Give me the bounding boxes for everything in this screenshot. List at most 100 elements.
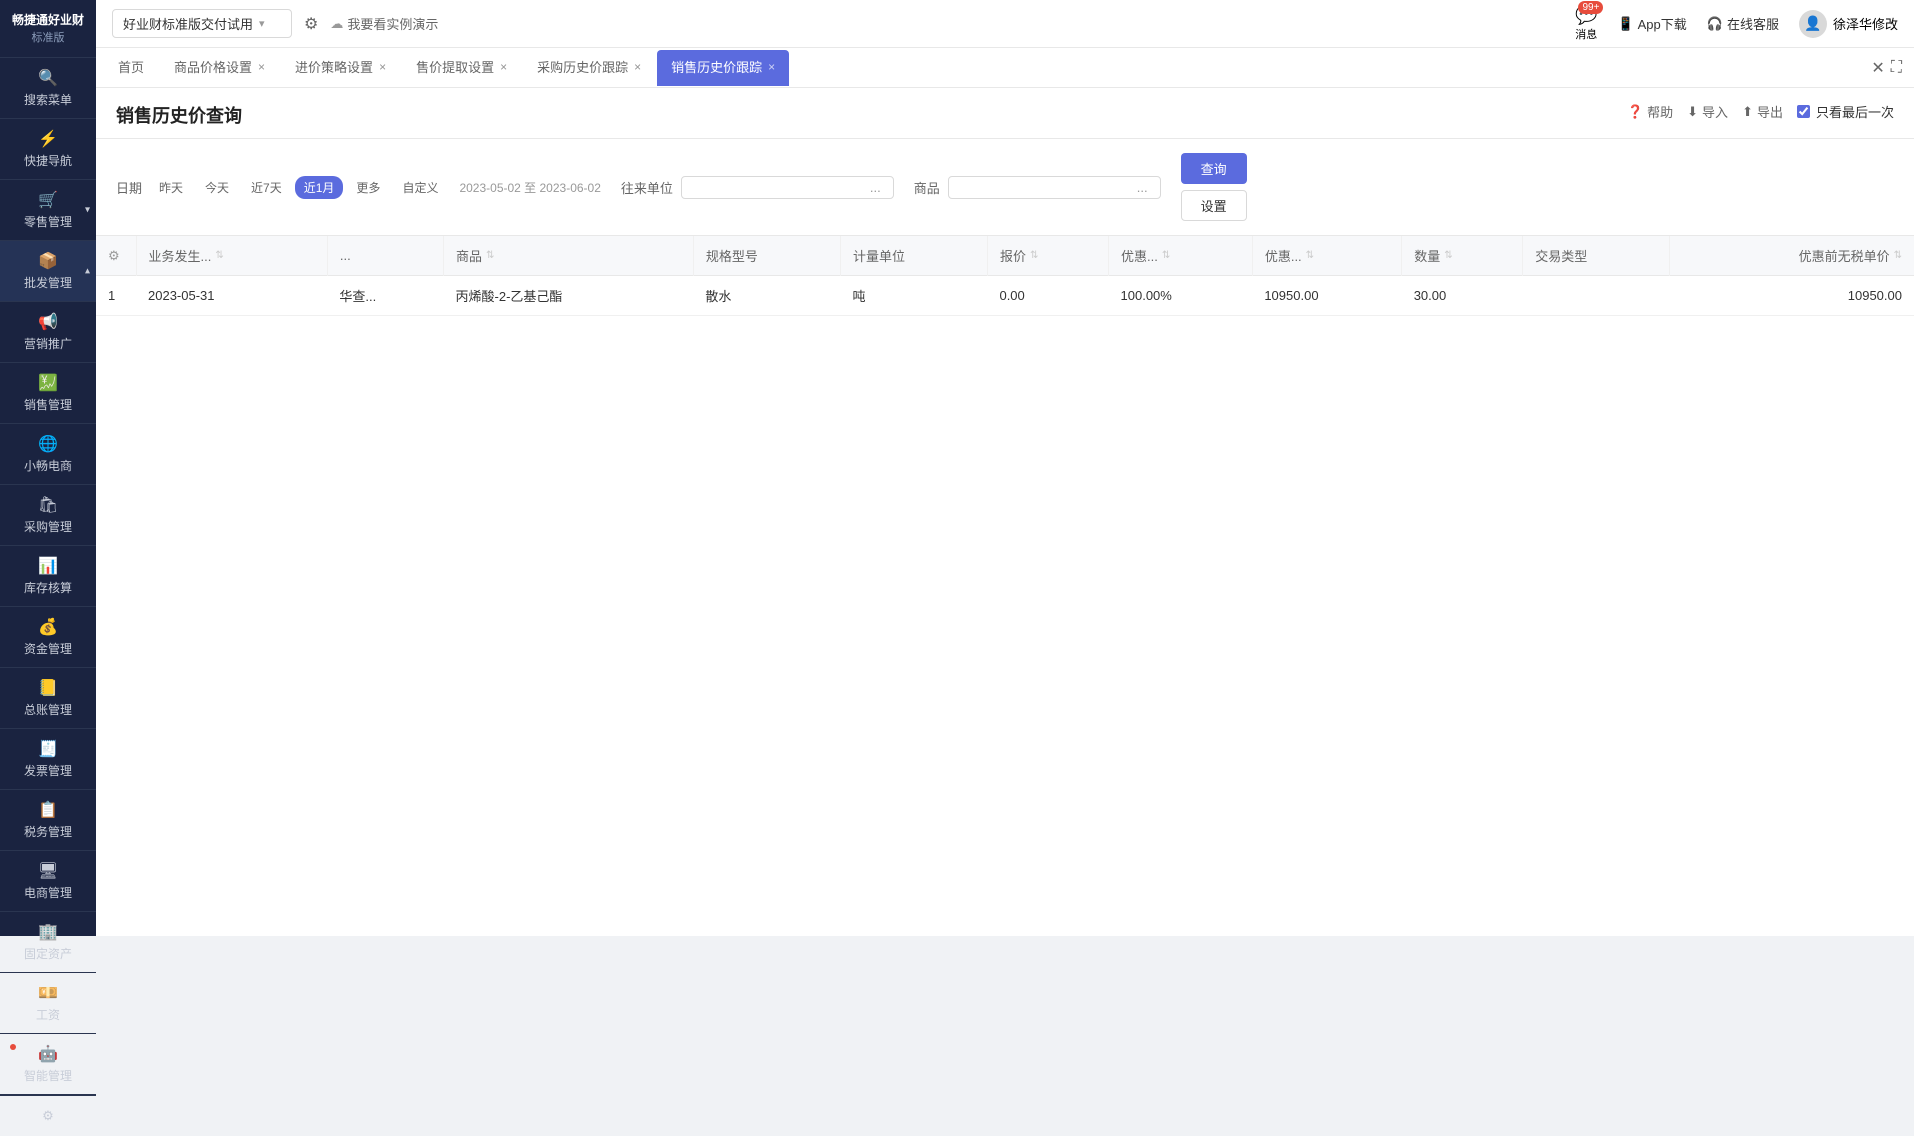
service-button[interactable]: 🎧 在线客服 <box>1707 14 1779 33</box>
sort-qty-icon[interactable]: ⇅ <box>1444 250 1452 261</box>
product-chevron-icon: ▾ <box>259 17 265 30</box>
source-unit-filter-group: 往来单位 ... <box>621 176 894 199</box>
page-header-actions: ❓ 帮助 ⬇ 导入 ⬆ 导出 只看最后一次 <box>1627 102 1894 131</box>
only-last-input[interactable] <box>1797 105 1810 118</box>
date-today[interactable]: 今天 <box>196 176 238 199</box>
tab-price-extract[interactable]: 售价提取设置 × <box>402 50 521 86</box>
sidebar-item-sales[interactable]: 💹 销售管理 <box>0 363 96 424</box>
sort-price-icon[interactable]: ⇅ <box>1030 250 1038 261</box>
sidebar-item-wholesale[interactable]: 📦 批发管理 ▴ <box>0 241 96 302</box>
sidebar-item-search[interactable]: 🔍 搜索菜单 <box>0 58 96 119</box>
product-input[interactable] <box>957 180 1133 195</box>
chevron-down-icon: ▾ <box>85 204 90 215</box>
sidebar-item-ecommerce-small[interactable]: 🌐 小畅电商 <box>0 424 96 485</box>
app-download-label: App下载 <box>1638 14 1687 33</box>
export-link[interactable]: ⬆ 导出 <box>1742 102 1783 121</box>
td-extra: 华查... <box>327 276 443 316</box>
sort-product-icon[interactable]: ⇅ <box>486 250 494 261</box>
tab-product-price[interactable]: 商品价格设置 × <box>160 50 279 86</box>
tab-purchase-history-label: 采购历史价跟踪 <box>537 57 628 76</box>
sidebar-ledger-label: 总账管理 <box>24 701 72 718</box>
sidebar-item-marketing[interactable]: 📢 营销推广 <box>0 302 96 363</box>
tab-cost-strategy-close[interactable]: × <box>379 60 386 74</box>
sidebar-item-ai[interactable]: 🤖 智能管理 <box>0 1034 96 1095</box>
topbar-gear-icon[interactable]: ⚙ <box>304 14 318 34</box>
tab-product-price-close[interactable]: × <box>258 60 265 74</box>
tab-sales-history[interactable]: 销售历史价跟踪 × <box>657 50 789 86</box>
td-qty: 30.00 <box>1402 276 1523 316</box>
td-unit: 吨 <box>840 276 987 316</box>
th-gear: ⚙ <box>96 236 136 276</box>
date-7days[interactable]: 近7天 <box>242 176 291 199</box>
sidebar-item-retail[interactable]: 🛒 零售管理 ▾ <box>0 180 96 241</box>
th-spec-label: 规格型号 <box>706 246 758 265</box>
sort-biz-date-icon[interactable]: ⇅ <box>215 250 223 261</box>
app-edition: 标准版 <box>32 29 65 45</box>
sidebar-item-ledger[interactable]: 📒 总账管理 <box>0 668 96 729</box>
sidebar-item-ecommerce[interactable]: 🖥 电商管理 <box>0 851 96 912</box>
help-label: 帮助 <box>1647 102 1673 121</box>
sort-discount1-icon[interactable]: ⇅ <box>1162 250 1170 261</box>
date-1month[interactable]: 近1月 <box>295 176 344 199</box>
sidebar-settings-button[interactable]: ⚙ <box>0 1095 96 1136</box>
date-yesterday[interactable]: 昨天 <box>150 176 192 199</box>
user-menu[interactable]: 👤 徐泽华修改 <box>1799 10 1898 38</box>
table-wrap: ⚙ 业务发生... ⇅ ... <box>96 236 1914 936</box>
sidebar-item-tax[interactable]: 📋 税务管理 <box>0 790 96 851</box>
import-icon: ⬇ <box>1687 104 1698 120</box>
tab-sales-history-close[interactable]: × <box>768 60 775 74</box>
tab-purchase-history[interactable]: 采购历史价跟踪 × <box>523 50 655 86</box>
column-settings-icon[interactable]: ⚙ <box>108 248 120 263</box>
sidebar-item-invoice[interactable]: 🧾 发票管理 <box>0 729 96 790</box>
source-unit-more-icon[interactable]: ... <box>866 180 885 195</box>
th-trade-type-label: 交易类型 <box>1535 246 1587 265</box>
user-name: 徐泽华修改 <box>1833 14 1898 33</box>
settings-button[interactable]: 设置 <box>1181 190 1247 221</box>
tab-purchase-history-close[interactable]: × <box>634 60 641 74</box>
window-maximize-icon[interactable]: ⛶ <box>1891 59 1902 77</box>
sidebar-item-salary[interactable]: 💴 工资 <box>0 973 96 1034</box>
sidebar-assets-label: 固定资产 <box>24 945 72 962</box>
sidebar-item-quicknav[interactable]: ⚡ 快捷导航 <box>0 119 96 180</box>
sidebar-item-purchase[interactable]: 🛍 采购管理 <box>0 485 96 546</box>
import-label: 导入 <box>1702 102 1728 121</box>
sidebar-item-inventory[interactable]: 📊 库存核算 <box>0 546 96 607</box>
data-table: ⚙ 业务发生... ⇅ ... <box>96 236 1914 316</box>
tab-price-extract-close[interactable]: × <box>500 60 507 74</box>
help-link[interactable]: ❓ 帮助 <box>1627 102 1673 121</box>
message-badge: 99+ <box>1578 1 1603 14</box>
source-unit-input[interactable] <box>690 180 866 195</box>
date-more[interactable]: 更多 <box>347 176 389 199</box>
sidebar-salary-label: 工资 <box>36 1006 60 1023</box>
import-link[interactable]: ⬇ 导入 <box>1687 102 1728 121</box>
only-last-label: 只看最后一次 <box>1816 102 1894 121</box>
tab-home[interactable]: 首页 <box>104 50 158 86</box>
th-discount1-label: 优惠... <box>1121 246 1158 265</box>
tax-icon: 📋 <box>38 800 58 820</box>
tab-cost-strategy[interactable]: 进价策略设置 × <box>281 50 400 86</box>
th-unit: 计量单位 <box>840 236 987 276</box>
th-product: 商品 ⇅ <box>444 236 694 276</box>
window-close-icon[interactable]: ✕ <box>1871 58 1884 78</box>
sidebar-purchase-label: 采购管理 <box>24 518 72 535</box>
sort-tax-price-icon[interactable]: ⇅ <box>1894 250 1902 261</box>
sidebar-item-assets[interactable]: 🏢 固定资产 <box>0 912 96 973</box>
sort-discount2-icon[interactable]: ⇅ <box>1306 250 1314 261</box>
tab-product-price-label: 商品价格设置 <box>174 57 252 76</box>
only-last-checkbox[interactable]: 只看最后一次 <box>1797 102 1894 121</box>
message-button[interactable]: 💬 99+ 消息 <box>1575 5 1597 42</box>
sidebar-tax-label: 税务管理 <box>24 823 72 840</box>
product-more-icon[interactable]: ... <box>1133 180 1152 195</box>
app-download-button[interactable]: 📱 App下载 <box>1617 14 1686 33</box>
date-shortcuts: 昨天 今天 近7天 近1月 更多 自定义 <box>150 176 447 199</box>
th-discount1: 优惠... ⇅ <box>1109 236 1253 276</box>
query-button[interactable]: 查询 <box>1181 153 1247 184</box>
th-price-label: 报价 <box>1000 246 1026 265</box>
tab-cost-strategy-label: 进价策略设置 <box>295 57 373 76</box>
app-download-icon: 📱 <box>1617 16 1633 32</box>
demo-button[interactable]: ☁ 我要看实例演示 <box>330 14 438 33</box>
sidebar-item-finance[interactable]: 💰 资金管理 <box>0 607 96 668</box>
product-selector[interactable]: 好业财标准版交付试用 ▾ <box>112 9 292 38</box>
table-header-row: ⚙ 业务发生... ⇅ ... <box>96 236 1914 276</box>
date-custom[interactable]: 自定义 <box>393 176 447 199</box>
